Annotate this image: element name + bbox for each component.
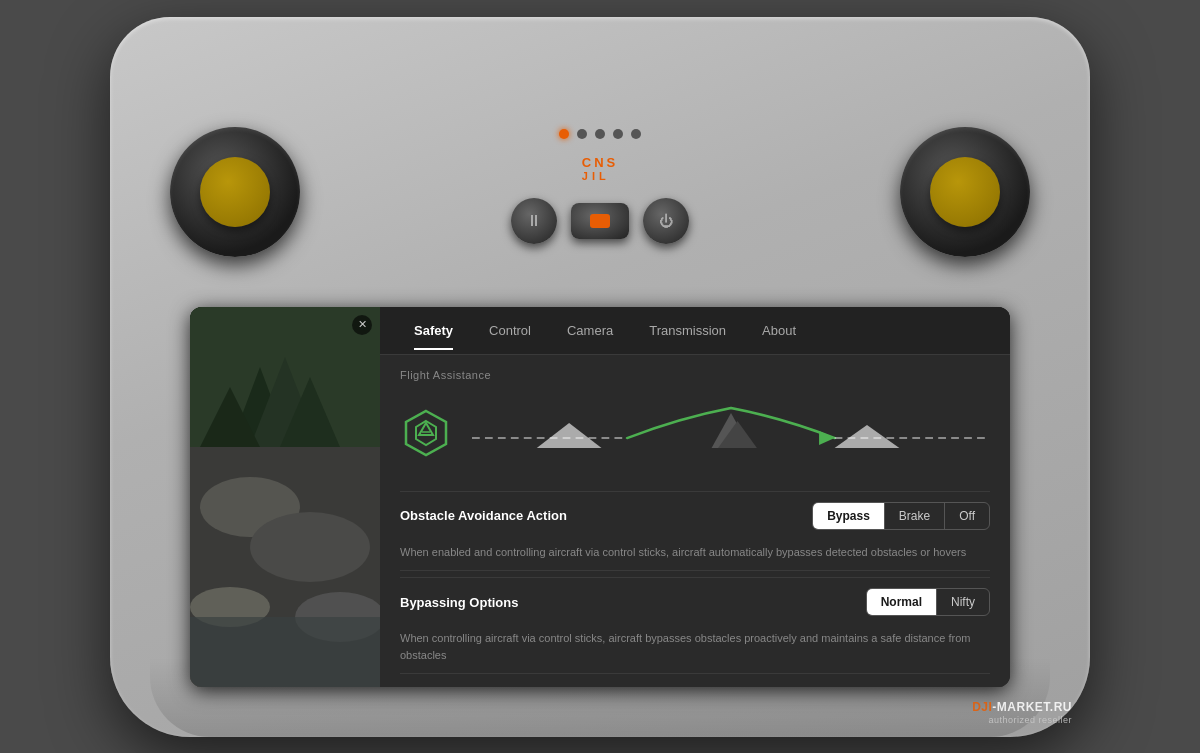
led-2 bbox=[577, 129, 587, 139]
watermark-sub: authorized reseller bbox=[972, 715, 1072, 725]
pause-button[interactable]: ⏸ bbox=[511, 198, 557, 244]
svg-marker-15 bbox=[537, 423, 602, 448]
controller-top: CNS JIL ⏸ ⏻ bbox=[110, 17, 1090, 327]
flight-path bbox=[472, 403, 990, 463]
tab-control[interactable]: Control bbox=[471, 311, 549, 350]
bypass-btn-group: Normal Nifty bbox=[866, 588, 990, 616]
led-5 bbox=[631, 129, 641, 139]
obstacle-off-btn[interactable]: Off bbox=[944, 503, 989, 529]
left-joystick-tip bbox=[200, 157, 270, 227]
obstacle-btn-group: Bypass Brake Off bbox=[812, 502, 990, 530]
power-button[interactable]: ⏻ bbox=[643, 198, 689, 244]
power-icon: ⏻ bbox=[659, 213, 673, 229]
svg-marker-11 bbox=[406, 411, 446, 455]
mode-switch[interactable] bbox=[571, 203, 629, 239]
settings-content: Flight Assistance bbox=[380, 355, 1010, 687]
bypass-label: Bypassing Options bbox=[400, 595, 866, 610]
svg-rect-10 bbox=[190, 617, 380, 687]
svg-marker-19 bbox=[819, 431, 835, 445]
camera-image bbox=[190, 307, 380, 687]
obstacle-bypass-btn[interactable]: Bypass bbox=[813, 503, 884, 529]
bypass-nifty-btn[interactable]: Nifty bbox=[936, 589, 989, 615]
flight-illustration bbox=[400, 393, 990, 473]
control-buttons: ⏸ ⏻ bbox=[511, 198, 689, 244]
obstacle-label: Obstacle Avoidance Action bbox=[400, 508, 812, 523]
screen: ✕ Safety Control Camera Transmission Abo… bbox=[190, 307, 1010, 687]
brand-name: CNS JIL bbox=[582, 155, 618, 182]
led-1 bbox=[559, 129, 569, 139]
drone-icon bbox=[400, 407, 452, 459]
led-4 bbox=[613, 129, 623, 139]
bypass-description: When controlling aircraft via control st… bbox=[400, 630, 990, 674]
bypass-options-row: Bypassing Options Normal Nifty bbox=[400, 577, 990, 626]
bypass-normal-btn[interactable]: Normal bbox=[867, 589, 936, 615]
right-joystick-tip bbox=[930, 157, 1000, 227]
center-controls: CNS JIL ⏸ ⏻ bbox=[511, 129, 689, 244]
tab-camera[interactable]: Camera bbox=[549, 311, 631, 350]
watermark-brand: DJI bbox=[972, 700, 992, 714]
tab-safety[interactable]: Safety bbox=[396, 311, 471, 350]
close-preview-button[interactable]: ✕ bbox=[352, 315, 372, 335]
camera-preview: ✕ bbox=[190, 307, 380, 687]
tab-about[interactable]: About bbox=[744, 311, 814, 350]
section-title: Flight Assistance bbox=[400, 369, 990, 381]
obstacle-description: When enabled and controlling aircraft vi… bbox=[400, 544, 990, 572]
led-3 bbox=[595, 129, 605, 139]
settings-panel: Safety Control Camera Transmission About… bbox=[380, 307, 1010, 687]
obstacle-brake-btn[interactable]: Brake bbox=[884, 503, 944, 529]
left-joystick[interactable] bbox=[170, 127, 300, 257]
watermark-dash: -MARKET.RU bbox=[992, 700, 1072, 714]
tab-transmission[interactable]: Transmission bbox=[631, 311, 744, 350]
obstacle-avoidance-row: Obstacle Avoidance Action Bypass Brake O… bbox=[400, 491, 990, 540]
tab-bar: Safety Control Camera Transmission About bbox=[380, 307, 1010, 355]
pause-icon: ⏸ bbox=[526, 212, 542, 230]
battery-leds bbox=[559, 129, 641, 139]
controller: CNS JIL ⏸ ⏻ bbox=[110, 17, 1090, 737]
svg-point-7 bbox=[250, 512, 370, 582]
svg-marker-18 bbox=[835, 425, 900, 448]
watermark: DJI-MARKET.RU authorized reseller bbox=[972, 700, 1072, 725]
right-joystick[interactable] bbox=[900, 127, 1030, 257]
